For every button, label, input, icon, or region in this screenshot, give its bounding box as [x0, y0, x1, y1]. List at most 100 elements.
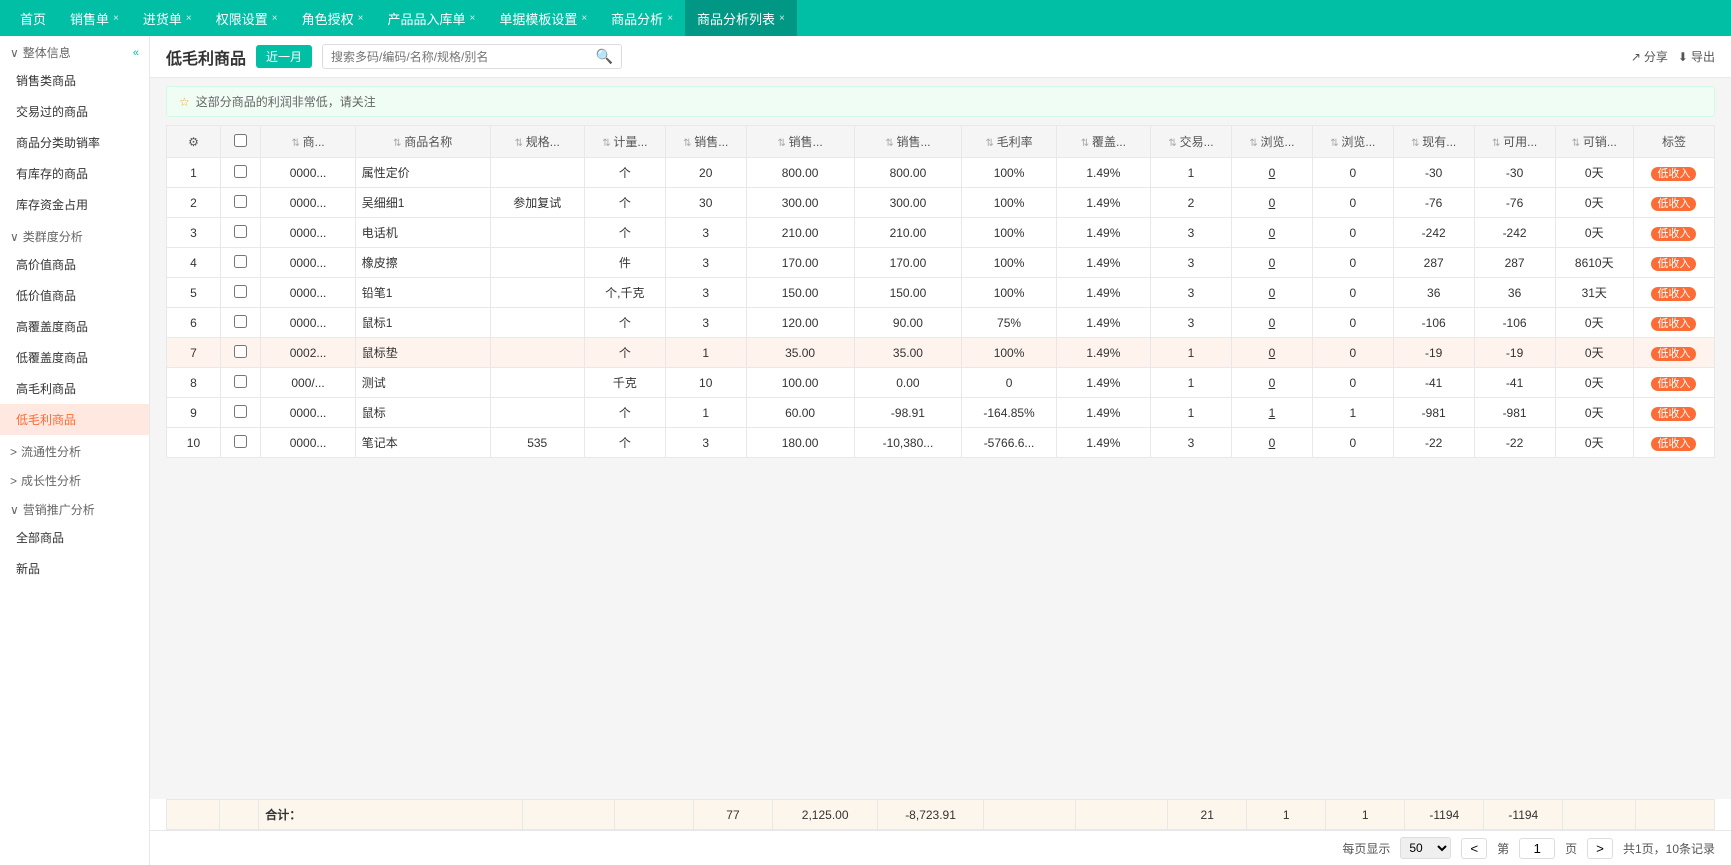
row-checkbox-cell[interactable] — [220, 158, 260, 188]
close-icon[interactable]: × — [667, 13, 673, 24]
sidebar-item-in-stock[interactable]: 有库存的商品 — [0, 158, 149, 189]
row-checkbox[interactable] — [234, 165, 247, 178]
sidebar-item-capital-occupation[interactable]: 库存资金占用 — [0, 189, 149, 220]
sidebar-item-high-coverage[interactable]: 高覆盖度商品 — [0, 311, 149, 342]
row-checkbox[interactable] — [234, 285, 247, 298]
sidebar-item-low-margin[interactable]: 低毛利商品 — [0, 404, 149, 435]
sale-amt-column-header[interactable]: 销售... — [746, 126, 854, 158]
row-checkbox-cell[interactable] — [220, 368, 260, 398]
row-sale-profit: 35.00 — [854, 338, 962, 368]
unit-column-header[interactable]: 计量... — [584, 126, 665, 158]
row-view-count1[interactable]: 0 — [1231, 218, 1312, 248]
row-checkbox-cell[interactable] — [220, 218, 260, 248]
row-checkbox[interactable] — [234, 375, 247, 388]
row-checkbox-cell[interactable] — [220, 398, 260, 428]
close-icon[interactable]: × — [469, 13, 475, 24]
sidebar-item-high-margin[interactable]: 高毛利商品 — [0, 373, 149, 404]
sidebar-group-growth[interactable]: > 成长性分析 — [0, 464, 149, 493]
spec-column-header[interactable]: 规格... — [490, 126, 584, 158]
row-checkbox[interactable] — [234, 405, 247, 418]
nav-product-analysis[interactable]: 商品分析 × — [599, 0, 685, 36]
sidebar-item-traded-products[interactable]: 交易过的商品 — [0, 96, 149, 127]
row-view-count1[interactable]: 0 — [1231, 248, 1312, 278]
row-checkbox[interactable] — [234, 435, 247, 448]
sidebar-group-cluster-title: 类群度分析 — [23, 228, 83, 245]
coverage-column-header[interactable]: 覆盖... — [1056, 126, 1150, 158]
nav-product-analysis-list[interactable]: 商品分析列表 × — [685, 0, 797, 36]
row-checkbox-cell[interactable] — [220, 278, 260, 308]
row-available-stock: -41 — [1474, 368, 1555, 398]
available-stock-column-header[interactable]: 可用... — [1474, 126, 1555, 158]
row-checkbox[interactable] — [234, 195, 247, 208]
sidebar-item-sales-products[interactable]: 销售类商品 — [0, 65, 149, 96]
sale-profit-column-header[interactable]: 销售... — [854, 126, 962, 158]
sidebar-item-new-products[interactable]: 新品 — [0, 553, 149, 584]
gross-rate-column-header[interactable]: 毛利率 — [962, 126, 1056, 158]
nav-sales[interactable]: 销售单 × — [58, 0, 131, 36]
sidebar-item-low-value[interactable]: 低价值商品 — [0, 280, 149, 311]
select-all-checkbox[interactable] — [234, 134, 247, 147]
nav-home[interactable]: 首页 — [8, 0, 58, 36]
row-coverage: 1.49% — [1056, 368, 1150, 398]
close-icon[interactable]: × — [358, 13, 364, 24]
name-column-header[interactable]: 商品名称 — [355, 126, 490, 158]
row-checkbox-cell[interactable] — [220, 188, 260, 218]
prev-page-button[interactable]: < — [1461, 838, 1487, 859]
nav-template-settings[interactable]: 单据模板设置 × — [487, 0, 599, 36]
sidebar-group-circulation[interactable]: > 流通性分析 — [0, 435, 149, 464]
totals-empty3 — [522, 800, 614, 830]
current-stock-column-header[interactable]: 现有... — [1393, 126, 1474, 158]
nav-purchase[interactable]: 进货单 × — [131, 0, 204, 36]
row-checkbox-cell[interactable] — [220, 428, 260, 458]
sidebar-item-high-value[interactable]: 高价值商品 — [0, 249, 149, 280]
sidebar-item-all-products[interactable]: 全部商品 — [0, 522, 149, 553]
trade-count-column-header[interactable]: 交易... — [1151, 126, 1232, 158]
share-button[interactable]: ↗ 分享 — [1631, 48, 1668, 65]
row-view-count1[interactable]: 0 — [1231, 278, 1312, 308]
sidebar-item-category-sales-rate[interactable]: 商品分类助销率 — [0, 127, 149, 158]
row-checkbox-cell[interactable] — [220, 338, 260, 368]
row-checkbox-cell[interactable] — [220, 248, 260, 278]
search-input[interactable] — [331, 50, 596, 64]
row-salable-days: 0天 — [1555, 338, 1633, 368]
view-count1-column-header[interactable]: 浏览... — [1231, 126, 1312, 158]
row-view-count1[interactable]: 0 — [1231, 428, 1312, 458]
row-unit: 个 — [584, 338, 665, 368]
row-checkbox[interactable] — [234, 315, 247, 328]
row-view-count1[interactable]: 0 — [1231, 368, 1312, 398]
view-count2-column-header[interactable]: 浏览... — [1312, 126, 1393, 158]
close-icon[interactable]: × — [779, 13, 785, 24]
close-icon[interactable]: × — [272, 13, 278, 24]
salable-days-column-header[interactable]: 可销... — [1555, 126, 1633, 158]
row-checkbox[interactable] — [234, 255, 247, 268]
sale-qty-column-header[interactable]: 销售... — [665, 126, 746, 158]
settings-column-header[interactable]: ⚙ — [167, 126, 221, 158]
code-column-header[interactable]: 商... — [261, 126, 355, 158]
sidebar-group-cluster[interactable]: ∨ 类群度分析 — [0, 220, 149, 249]
next-page-button[interactable]: > — [1587, 838, 1613, 859]
export-button[interactable]: ⬇ 导出 — [1678, 48, 1715, 65]
sidebar-group-marketing[interactable]: ∨ 营销推广分析 — [0, 493, 149, 522]
page-number-input[interactable] — [1519, 838, 1555, 859]
page-size-select[interactable]: 50 100 — [1400, 837, 1451, 859]
row-checkbox[interactable] — [234, 345, 247, 358]
date-filter-button[interactable]: 近一月 — [256, 45, 312, 68]
sidebar-item-low-coverage[interactable]: 低覆盖度商品 — [0, 342, 149, 373]
nav-product-entry[interactable]: 产品品入库单 × — [375, 0, 487, 36]
sidebar-group-overall[interactable]: ∨ 整体信息 « — [0, 36, 149, 65]
nav-permissions[interactable]: 权限设置 × — [204, 0, 290, 36]
row-checkbox-cell[interactable] — [220, 308, 260, 338]
search-icon[interactable]: 🔍 — [596, 48, 613, 65]
row-checkbox[interactable] — [234, 225, 247, 238]
nav-roles[interactable]: 角色授权 × — [290, 0, 376, 36]
row-view-count1[interactable]: 0 — [1231, 308, 1312, 338]
close-icon[interactable]: × — [186, 13, 192, 24]
close-icon[interactable]: × — [113, 13, 119, 24]
row-sale-qty: 3 — [665, 308, 746, 338]
collapse-icon[interactable]: « — [133, 47, 139, 59]
row-view-count1[interactable]: 0 — [1231, 158, 1312, 188]
close-icon[interactable]: × — [581, 13, 587, 24]
row-view-count1[interactable]: 0 — [1231, 338, 1312, 368]
row-view-count1[interactable]: 0 — [1231, 188, 1312, 218]
row-view-count1[interactable]: 1 — [1231, 398, 1312, 428]
